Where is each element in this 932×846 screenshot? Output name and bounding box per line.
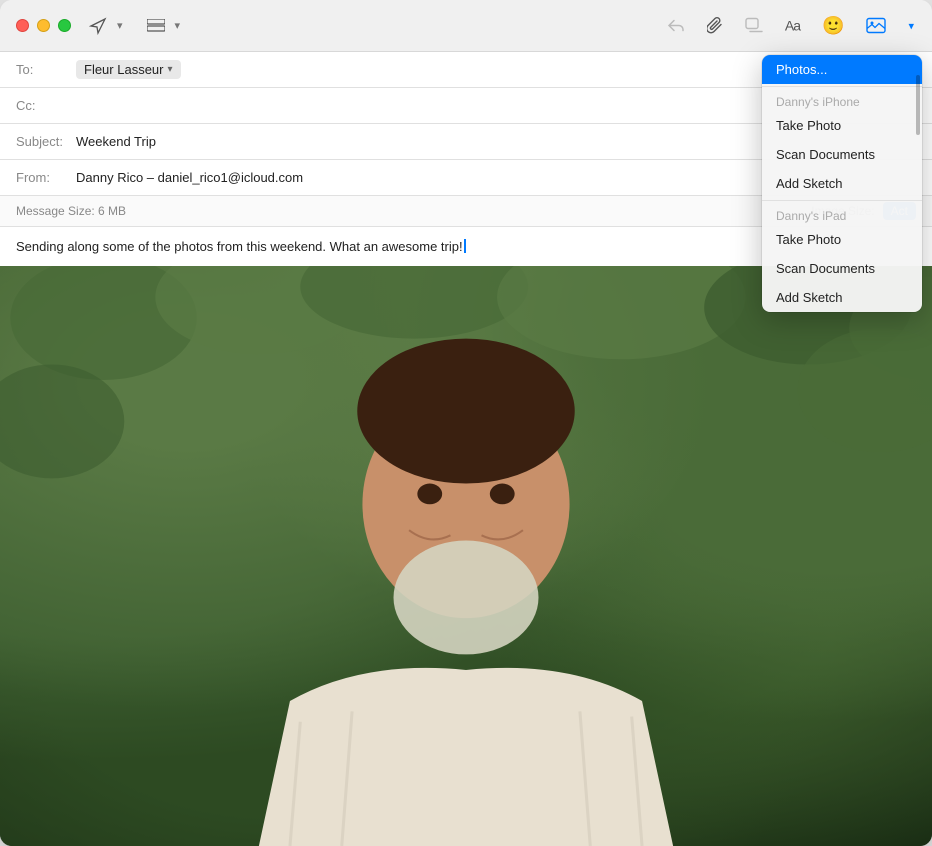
dropdown-scrollbar[interactable] [914,55,922,312]
traffic-lights [16,19,71,32]
dropdown-divider-2 [762,200,922,201]
dannys-ipad-header: Danny's iPad [762,203,922,225]
layout-icon[interactable] [145,17,167,35]
body-text: Sending along some of the photos from th… [16,239,463,254]
message-size-text: Message Size: 6 MB [16,204,811,218]
dropdown-item-iphone-take-photo[interactable]: Take Photo [762,111,922,140]
dropdown-item-ipad-scan-docs[interactable]: Scan Documents [762,254,922,283]
insert-media-dropdown[interactable]: Photos... Danny's iPhone Take Photo Scan… [762,55,922,312]
minimize-button[interactable] [37,19,50,32]
attachment-icon[interactable] [705,14,725,38]
from-label: From: [16,170,76,185]
toolbar-right: Aa 🙂 ▾ [665,13,916,38]
dropdown-item-ipad-take-photo[interactable]: Take Photo [762,225,922,254]
layout-chevron-icon[interactable]: ▾ [173,17,183,34]
cc-label: Cc: [16,98,76,113]
reply-icon[interactable] [665,16,687,36]
dannys-iphone-header: Danny's iPhone [762,89,922,111]
dropdown-item-photos[interactable]: Photos... [762,55,922,84]
mail-window: ▾ ▾ Aa 🙂 [0,0,932,846]
font-size-icon[interactable]: Aa [783,16,802,36]
insert-photo-icon[interactable] [864,16,888,36]
message-size-label: Message Size: [16,204,95,218]
person-photo [0,266,932,846]
send-chevron-icon[interactable]: ▾ [115,17,125,34]
dropdown-divider-1 [762,86,922,87]
compose-icon[interactable] [743,16,765,36]
recipient-chevron-icon: ▾ [167,64,172,75]
recipient-name: Fleur Lasseur [84,62,163,77]
text-cursor [464,239,466,253]
to-label: To: [16,62,76,77]
maximize-button[interactable] [58,19,71,32]
dropdown-scrollbar-thumb[interactable] [916,75,920,135]
dropdown-item-ipad-add-sketch[interactable]: Add Sketch [762,283,922,312]
titlebar-actions: ▾ ▾ [87,15,182,37]
photo-area [0,266,932,846]
titlebar: ▾ ▾ Aa 🙂 [0,0,932,52]
subject-label: Subject: [16,134,76,149]
send-icon[interactable] [87,15,109,37]
recipient-chip[interactable]: Fleur Lasseur ▾ [76,60,181,79]
emoji-icon[interactable]: 🙂 [820,13,846,38]
dropdown-item-iphone-scan-docs[interactable]: Scan Documents [762,140,922,169]
close-button[interactable] [16,19,29,32]
message-size-value: 6 MB [98,204,126,218]
dropdown-item-iphone-add-sketch[interactable]: Add Sketch [762,169,922,198]
photo-dropdown-chevron-icon[interactable]: ▾ [906,17,916,34]
